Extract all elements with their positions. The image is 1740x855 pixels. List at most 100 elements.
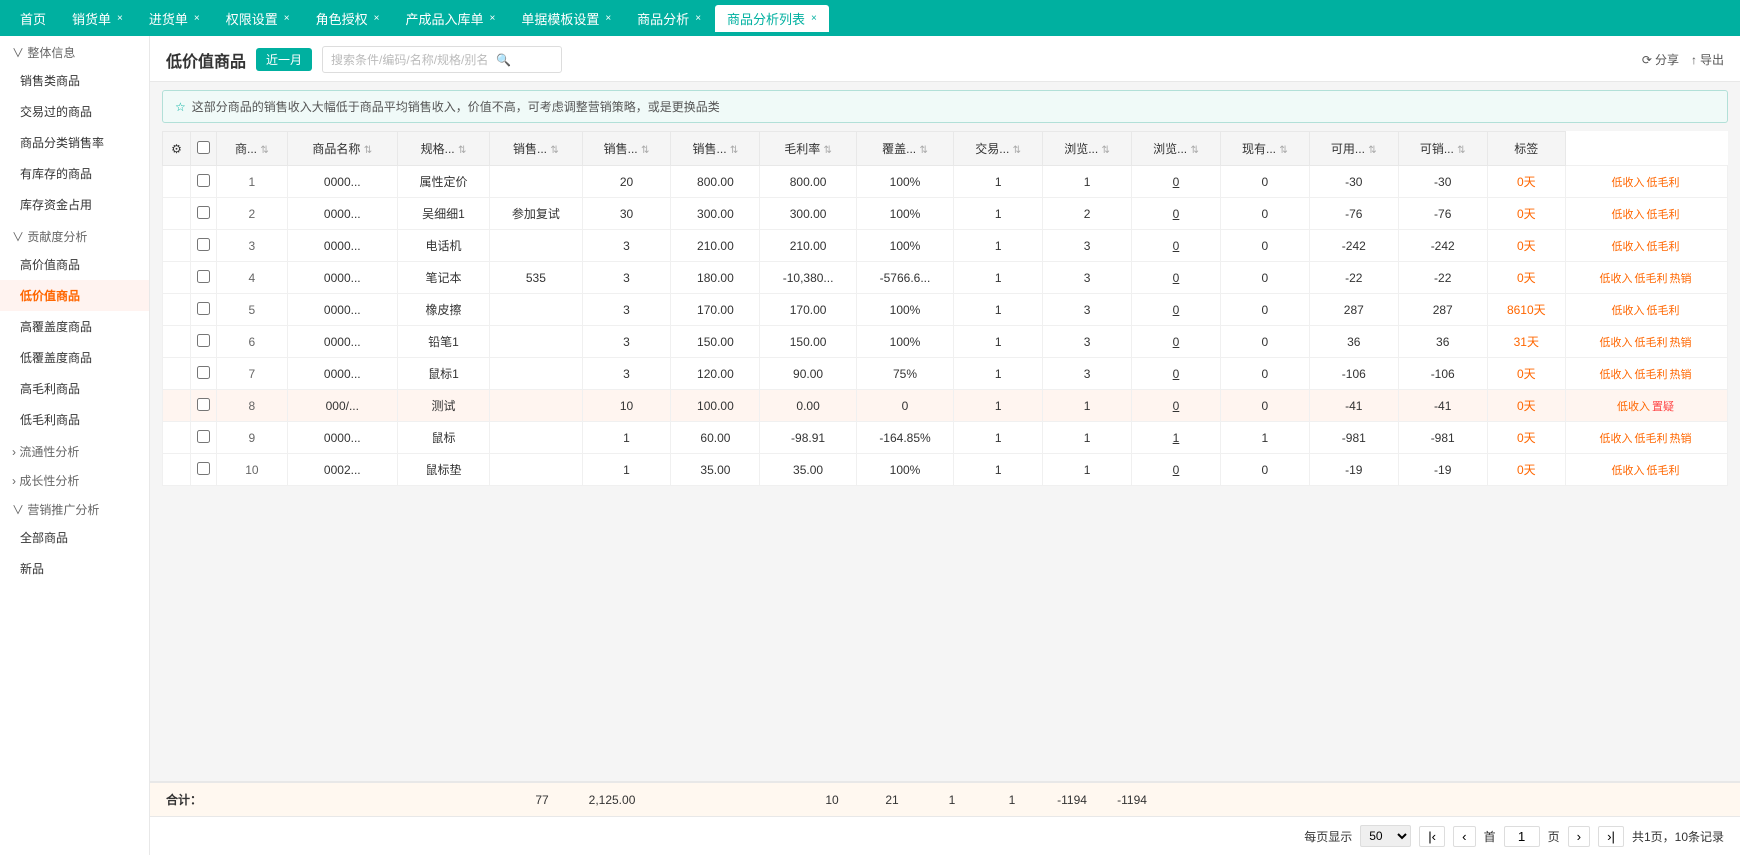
export-button[interactable]: ↑ 导出 — [1691, 51, 1724, 68]
per-page-select[interactable]: 50 20 100 — [1360, 825, 1411, 847]
sidebar-group-贡献度分析[interactable]: ∨ 贡献度分析 — [0, 220, 149, 249]
row-checkbox[interactable] — [197, 174, 210, 187]
nav-close-icon[interactable]: × — [374, 13, 380, 24]
sidebar-item-低价值商品[interactable]: 低价值商品 — [0, 280, 149, 311]
nav-close-icon[interactable]: × — [811, 13, 817, 24]
nav-item-首页[interactable]: 首页 — [8, 5, 58, 32]
nav-close-icon[interactable]: × — [489, 13, 495, 24]
page-label: 首 — [1484, 828, 1496, 845]
sidebar-item-高毛利商品[interactable]: 高毛利商品 — [0, 373, 149, 404]
table-area[interactable]: ⚙ 商... ⇅ 商品名称 ⇅ 规格... ⇅ 销售... ⇅ 销售... ⇅ … — [150, 131, 1740, 781]
sidebar-item-高覆盖度商品[interactable]: 高覆盖度商品 — [0, 311, 149, 342]
row-checkbox[interactable] — [197, 366, 210, 379]
browse-link[interactable]: 0 — [1173, 207, 1180, 221]
browse-link[interactable]: 0 — [1173, 399, 1180, 413]
nav-close-icon[interactable]: × — [194, 13, 200, 24]
share-button[interactable]: ⟳ 分享 — [1642, 51, 1679, 68]
nav-item-角色授权[interactable]: 角色授权× — [304, 5, 392, 32]
search-box[interactable]: 搜索条件/编码/名称/规格/别名 🔍 — [322, 46, 562, 73]
nav-item-产成品入库单[interactable]: 产成品入库单× — [393, 5, 507, 32]
search-icon[interactable]: 🔍 — [496, 53, 511, 67]
browse-link[interactable]: 0 — [1173, 367, 1180, 381]
col-stock3[interactable]: 可销... ⇅ — [1398, 132, 1487, 166]
sidebar-group-营销推广分析[interactable]: ∨ 营销推广分析 — [0, 493, 149, 522]
col-tags[interactable]: 标签 — [1487, 132, 1565, 166]
sidebar-item-新品[interactable]: 新品 — [0, 553, 149, 584]
last-page-button[interactable]: ›| — [1598, 826, 1624, 847]
prev-page-button[interactable]: ‹ — [1453, 826, 1475, 847]
col-gear[interactable]: ⚙ — [163, 132, 191, 166]
row-checkbox[interactable] — [197, 334, 210, 347]
col-trade[interactable]: 交易... ⇅ — [954, 132, 1043, 166]
nav-item-商品分析[interactable]: 商品分析× — [625, 5, 713, 32]
sidebar-item-低毛利商品[interactable]: 低毛利商品 — [0, 404, 149, 435]
row-checkbox[interactable] — [197, 398, 210, 411]
sidebar-group-流通性分析[interactable]: › 流通性分析 — [0, 435, 149, 464]
sidebar-group-整体信息[interactable]: ∨ 整体信息 — [0, 36, 149, 65]
page-input[interactable] — [1504, 826, 1540, 847]
export-icon: ↑ — [1691, 53, 1697, 67]
row-checkbox[interactable] — [197, 430, 210, 443]
col-browse2[interactable]: 浏览... ⇅ — [1132, 132, 1221, 166]
col-sale2[interactable]: 销售... ⇅ — [582, 132, 671, 166]
browse-link[interactable]: 0 — [1173, 271, 1180, 285]
row-tags: 低收入低毛利热销 — [1565, 422, 1727, 454]
col-browse1[interactable]: 浏览... ⇅ — [1043, 132, 1132, 166]
sidebar-item-销售类商品[interactable]: 销售类商品 — [0, 65, 149, 96]
col-sale1[interactable]: 销售... ⇅ — [490, 132, 582, 166]
tag-置疑: 置疑 — [1652, 401, 1674, 413]
sidebar-item-库存资金占用[interactable]: 库存资金占用 — [0, 189, 149, 220]
nav-close-icon[interactable]: × — [117, 13, 123, 24]
nav-item-商品分析列表[interactable]: 商品分析列表× — [715, 5, 829, 32]
sidebar-item-交易过的商品[interactable]: 交易过的商品 — [0, 96, 149, 127]
info-banner: ☆ 这部分商品的销售收入大幅低于商品平均销售收入，价值不高，可考虑调整营销策略，… — [162, 90, 1728, 123]
nav-item-销货单[interactable]: 销货单× — [60, 5, 135, 32]
totals-cover: 10 — [802, 793, 862, 807]
row-checkbox[interactable] — [197, 462, 210, 475]
sidebar-group-成长性分析[interactable]: › 成长性分析 — [0, 464, 149, 493]
browse-link[interactable]: 0 — [1173, 335, 1180, 349]
row-checkbox[interactable] — [197, 206, 210, 219]
nav-close-icon[interactable]: × — [695, 13, 701, 24]
next-page-button[interactable]: › — [1568, 826, 1590, 847]
filter-button[interactable]: 近一月 — [256, 48, 312, 71]
browse-link[interactable]: 1 — [1173, 431, 1180, 445]
row-gear — [163, 294, 191, 326]
row-checkbox[interactable] — [197, 302, 210, 315]
col-margin[interactable]: 毛利率 ⇅ — [760, 132, 856, 166]
col-name[interactable]: 商品名称 ⇅ — [287, 132, 397, 166]
col-spec[interactable]: 规格... ⇅ — [397, 132, 489, 166]
col-cover[interactable]: 覆盖... ⇅ — [856, 132, 953, 166]
nav-close-icon[interactable]: × — [284, 13, 290, 24]
sidebar-item-高价值商品[interactable]: 高价值商品 — [0, 249, 149, 280]
nav-item-单据模板设置[interactable]: 单据模板设置× — [509, 5, 623, 32]
row-gear — [163, 198, 191, 230]
col-stock1[interactable]: 现有... ⇅ — [1220, 132, 1309, 166]
row-gear — [163, 166, 191, 198]
row-checkbox[interactable] — [197, 238, 210, 251]
tag-低收入: 低收入 — [1611, 209, 1644, 221]
sidebar-item-有库存的商品[interactable]: 有库存的商品 — [0, 158, 149, 189]
sidebar-item-全部商品[interactable]: 全部商品 — [0, 522, 149, 553]
nav-close-icon[interactable]: × — [605, 13, 611, 24]
browse-link[interactable]: 0 — [1173, 239, 1180, 253]
sidebar-item-低覆盖度商品[interactable]: 低覆盖度商品 — [0, 342, 149, 373]
row-gear — [163, 230, 191, 262]
select-all-checkbox[interactable] — [197, 141, 210, 154]
col-sale3[interactable]: 销售... ⇅ — [671, 132, 760, 166]
row-checkbox[interactable] — [197, 270, 210, 283]
tag-低毛利: 低毛利 — [1634, 433, 1667, 445]
row-gear — [163, 358, 191, 390]
col-code[interactable]: 商... ⇅ — [217, 132, 288, 166]
sidebar-item-商品分类销售率[interactable]: 商品分类销售率 — [0, 127, 149, 158]
first-page-button[interactable]: |‹ — [1419, 826, 1445, 847]
browse-link[interactable]: 0 — [1173, 463, 1180, 477]
nav-item-进货单[interactable]: 进货单× — [137, 5, 212, 32]
nav-item-权限设置[interactable]: 权限设置× — [214, 5, 302, 32]
tag-低毛利: 低毛利 — [1646, 305, 1679, 317]
col-checkbox[interactable] — [191, 132, 217, 166]
browse-link[interactable]: 0 — [1173, 175, 1180, 189]
table-row: 10000...属性定价20800.00800.00100%1100-30-30… — [163, 166, 1728, 198]
browse-link[interactable]: 0 — [1173, 303, 1180, 317]
col-stock2[interactable]: 可用... ⇅ — [1309, 132, 1398, 166]
